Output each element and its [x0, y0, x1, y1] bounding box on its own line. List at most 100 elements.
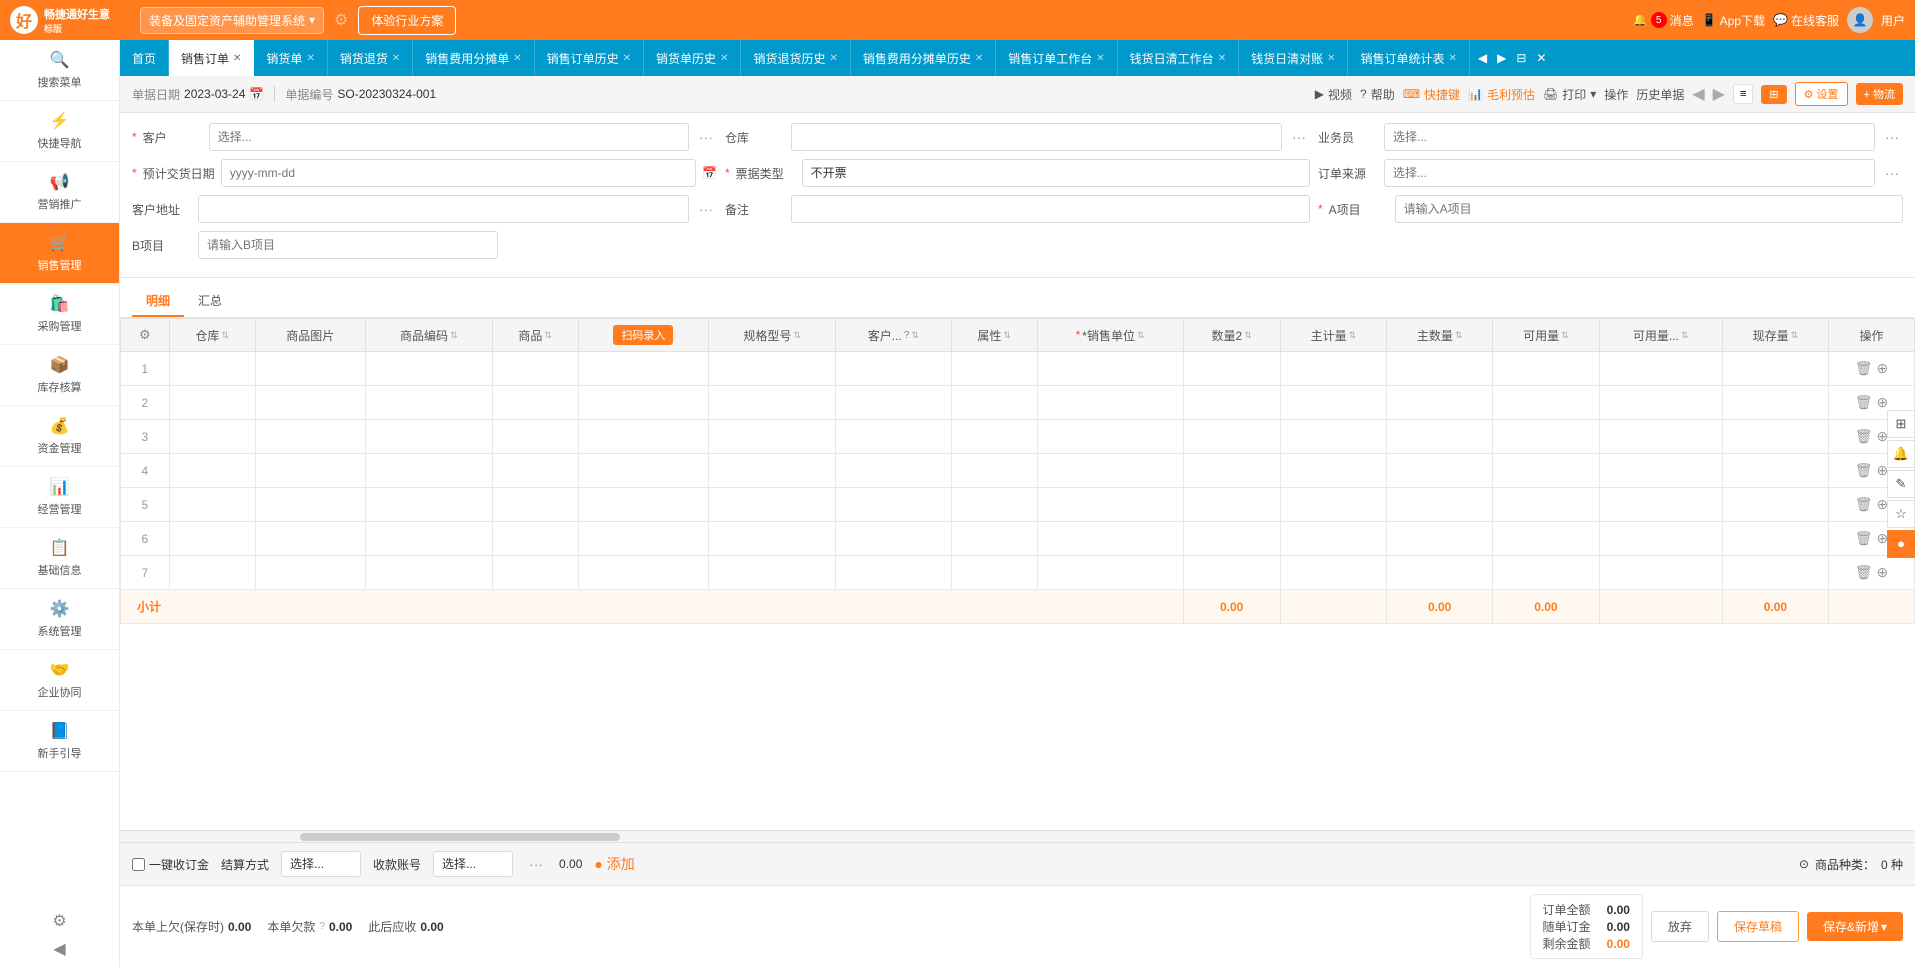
- row-unit[interactable]: [1037, 488, 1183, 522]
- row-unit[interactable]: [1037, 420, 1183, 454]
- sidebar-item-sales[interactable]: 🛒 销售管理: [0, 223, 119, 284]
- calendar-icon2[interactable]: 📅: [702, 166, 717, 180]
- nav-menu-icon[interactable]: ⊟: [1512, 49, 1530, 67]
- th-spec[interactable]: 规格型号 ⇅: [709, 319, 836, 352]
- sidebar-item-basic[interactable]: 📋 基础信息: [0, 528, 119, 589]
- row-attribute[interactable]: [951, 454, 1037, 488]
- account-select[interactable]: 选择...: [433, 851, 513, 877]
- payment-method-select[interactable]: 选择...: [281, 851, 361, 877]
- row-warehouse[interactable]: [169, 488, 255, 522]
- row-warehouse[interactable]: [169, 420, 255, 454]
- settings-side-btn[interactable]: ⚙ 设置: [1795, 82, 1848, 106]
- user-avatar[interactable]: 👤: [1847, 7, 1873, 33]
- close-tab-icon[interactable]: ✕: [829, 53, 837, 64]
- row-main-qty[interactable]: [1387, 386, 1493, 420]
- close-tab-icon[interactable]: ✕: [513, 53, 521, 64]
- row-customer-code[interactable]: [836, 386, 952, 420]
- row-main-qty[interactable]: [1387, 420, 1493, 454]
- gear-bottom-icon[interactable]: ⚙: [52, 911, 66, 931]
- row-spec[interactable]: [709, 352, 836, 386]
- sidebar-item-system[interactable]: ⚙️ 系统管理: [0, 589, 119, 650]
- right-panel-orange-btn[interactable]: ●: [1887, 530, 1915, 558]
- salesperson-input[interactable]: [1384, 123, 1875, 151]
- row-code[interactable]: [366, 386, 493, 420]
- right-panel-edit-btn[interactable]: ✎: [1887, 470, 1915, 498]
- row-main-unit[interactable]: [1280, 454, 1386, 488]
- account-dots-btn[interactable]: ···: [525, 856, 547, 872]
- row-code[interactable]: [366, 488, 493, 522]
- row-code[interactable]: [366, 522, 493, 556]
- tab-sales-order[interactable]: 销售订单 ✕: [169, 40, 254, 76]
- row-warehouse[interactable]: [169, 522, 255, 556]
- row-spec[interactable]: [709, 386, 836, 420]
- right-panel-grid-btn[interactable]: ⊞: [1887, 410, 1915, 438]
- row-main-unit[interactable]: [1280, 352, 1386, 386]
- scrollbar-thumb[interactable]: [300, 833, 620, 841]
- row-spec[interactable]: [709, 454, 836, 488]
- sidebar-item-shortcut[interactable]: ⚡ 快捷导航: [0, 101, 119, 162]
- tab-return[interactable]: 销货退货 ✕: [328, 40, 413, 76]
- row-spec[interactable]: [709, 488, 836, 522]
- settings-icon-top[interactable]: ⚙: [334, 10, 348, 30]
- right-panel-star-btn[interactable]: ☆: [1887, 500, 1915, 528]
- close-tab-icon[interactable]: ✕: [720, 53, 728, 64]
- calendar-icon[interactable]: 📅: [249, 87, 264, 101]
- address-dots-btn[interactable]: ···: [695, 201, 717, 217]
- close-tab-icon[interactable]: ✕: [233, 53, 241, 64]
- close-tab-icon[interactable]: ✕: [975, 53, 983, 64]
- tab-summary[interactable]: 汇总: [184, 286, 236, 317]
- row-quantity2[interactable]: [1183, 488, 1280, 522]
- row-spec[interactable]: [709, 522, 836, 556]
- row-product[interactable]: [492, 352, 578, 386]
- tab-order-workbench[interactable]: 销售订单工作台 ✕: [996, 40, 1117, 76]
- th-code[interactable]: 商品编码 ⇅: [366, 319, 493, 352]
- order-source-dots-btn[interactable]: ···: [1881, 165, 1903, 181]
- tab-stats[interactable]: 销售订单统计表 ✕: [1348, 40, 1469, 76]
- row-product[interactable]: [492, 420, 578, 454]
- row-unit[interactable]: [1037, 556, 1183, 590]
- save-new-btn[interactable]: 保存&新增 ▾: [1807, 912, 1903, 941]
- row-main-qty[interactable]: [1387, 352, 1493, 386]
- th-stock[interactable]: 现存量 ⇅: [1722, 319, 1828, 352]
- tab-expense[interactable]: 销售费用分摊单 ✕: [413, 40, 534, 76]
- operation-btn[interactable]: 操作: [1604, 86, 1628, 103]
- add-item-btn[interactable]: ● 添加: [594, 854, 634, 874]
- system-selector[interactable]: 装备及固定资产辅助管理系统 ▾: [140, 7, 324, 34]
- close-tab-icon[interactable]: ✕: [392, 53, 400, 64]
- row-warehouse[interactable]: [169, 386, 255, 420]
- app-download-btn[interactable]: 📱 App下载: [1702, 12, 1765, 29]
- row-main-unit[interactable]: [1280, 556, 1386, 590]
- row-warehouse[interactable]: [169, 352, 255, 386]
- ticket-type-select[interactable]: 不开票: [802, 159, 1310, 187]
- row-code[interactable]: [366, 420, 493, 454]
- copy-row-btn[interactable]: ⊕: [1877, 564, 1889, 581]
- sidebar-item-finance[interactable]: 💰 资金管理: [0, 406, 119, 467]
- solution-btn[interactable]: 体验行业方案: [358, 6, 456, 35]
- tab-return-history[interactable]: 销货退货历史 ✕: [741, 40, 850, 76]
- right-panel-bell-btn[interactable]: 🔔: [1887, 440, 1915, 468]
- tab-daily-reconcile[interactable]: 钱货日清对账 ✕: [1239, 40, 1348, 76]
- delete-row-btn[interactable]: 🗑: [1855, 360, 1873, 377]
- row-customer-code[interactable]: [836, 352, 952, 386]
- row-main-unit[interactable]: [1280, 488, 1386, 522]
- one-key-checkout-checkbox[interactable]: [132, 858, 145, 871]
- row-quantity2[interactable]: [1183, 556, 1280, 590]
- th-available2[interactable]: 可用量... ⇅: [1599, 319, 1722, 352]
- sidebar-item-enterprise[interactable]: 🤝 企业协同: [0, 650, 119, 711]
- discard-btn[interactable]: 放弃: [1651, 911, 1709, 942]
- row-quantity2[interactable]: [1183, 420, 1280, 454]
- row-unit[interactable]: [1037, 522, 1183, 556]
- row-customer-code[interactable]: [836, 454, 952, 488]
- delivery-date-input[interactable]: [221, 159, 696, 187]
- salesperson-dots-btn[interactable]: ···: [1881, 129, 1903, 145]
- close-tab-icon[interactable]: ✕: [1327, 53, 1335, 64]
- sidebar-item-operations[interactable]: 📊 经营管理: [0, 467, 119, 528]
- row-product[interactable]: [492, 556, 578, 590]
- nav-prev-record-icon[interactable]: ◀: [1692, 84, 1704, 104]
- print-btn[interactable]: 🖨 打印 ▾: [1543, 86, 1596, 103]
- sidebar-item-marketing[interactable]: 📢 营销推广: [0, 162, 119, 223]
- row-main-qty[interactable]: [1387, 522, 1493, 556]
- notice-btn[interactable]: 🔔 5 消息: [1633, 12, 1694, 29]
- copy-row-btn[interactable]: ⊕: [1877, 360, 1889, 377]
- row-main-qty[interactable]: [1387, 556, 1493, 590]
